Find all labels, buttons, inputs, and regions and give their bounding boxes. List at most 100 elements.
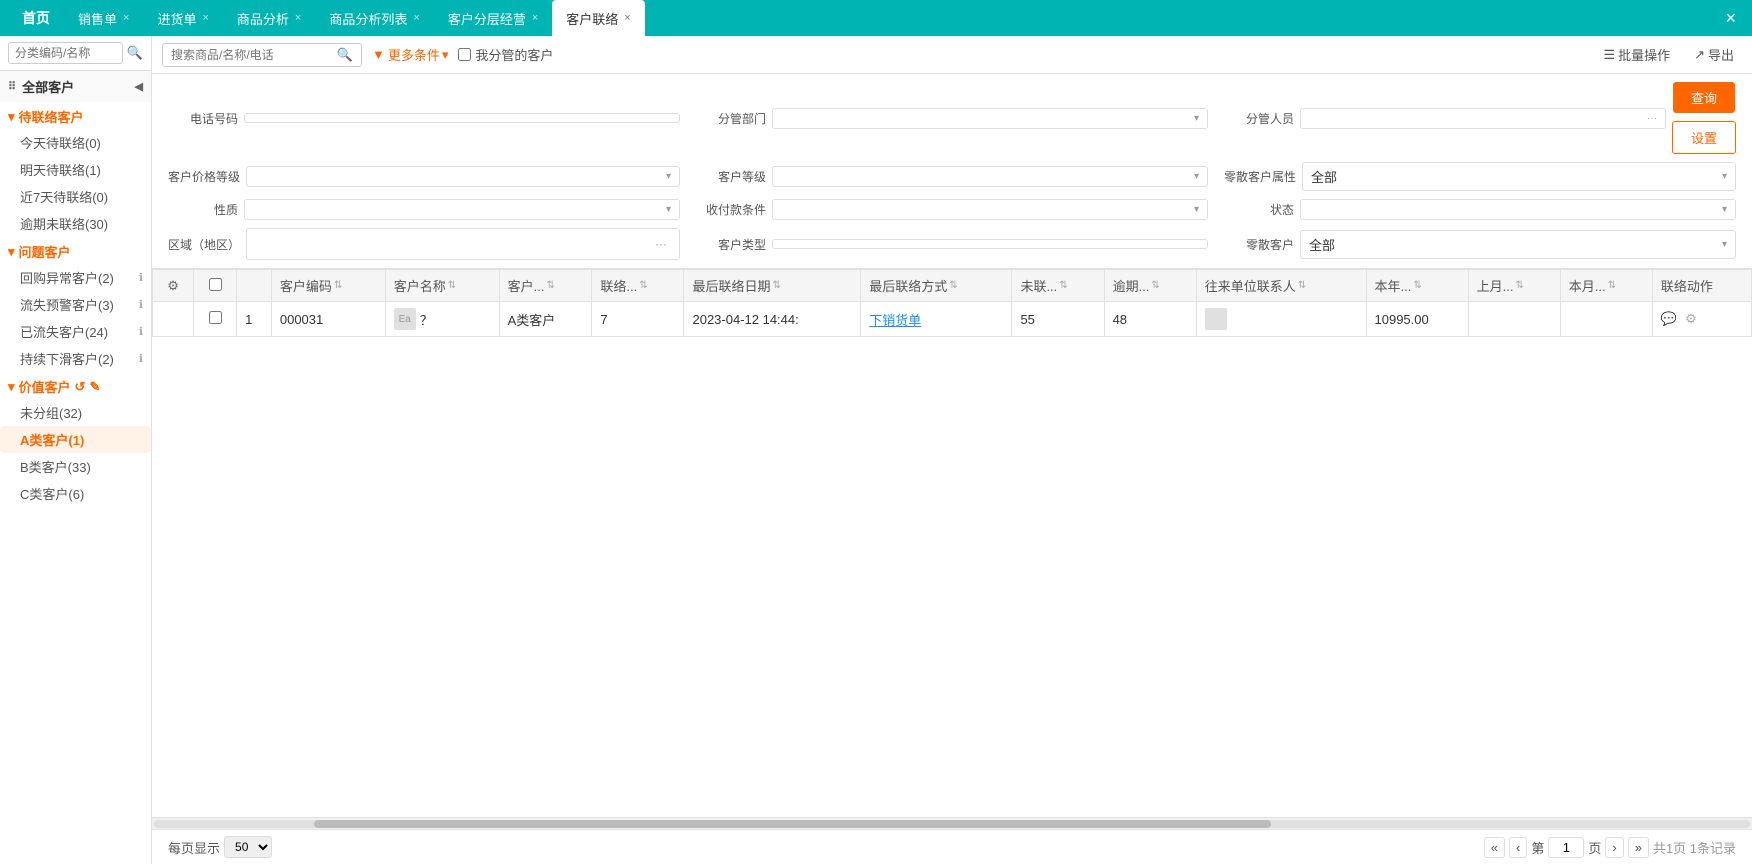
close-sales-tab[interactable]: × (123, 12, 129, 24)
col-settings[interactable]: ⚙ (153, 270, 194, 302)
customer-type-input[interactable] (772, 239, 1208, 249)
sidebar-item-class-a[interactable]: A类客户(1) (0, 426, 151, 453)
sidebar-item-7days[interactable]: 近7天待联络(0) (0, 183, 151, 210)
col-type[interactable]: 客户... ⇅ (499, 270, 592, 302)
sidebar-collapse-icon[interactable]: ◀ (135, 80, 143, 93)
more-filters-btn[interactable]: ▼ 更多条件 ▾ (372, 45, 448, 64)
next-page-btn[interactable]: › (1605, 837, 1623, 858)
nav-home[interactable]: 首页 (8, 0, 64, 36)
sort-no-contact-icon[interactable]: ⇅ (1059, 280, 1067, 291)
price-level-input[interactable]: ▾ (246, 166, 680, 187)
sort-contact-icon[interactable]: ⇅ (639, 280, 647, 291)
refresh-icon[interactable]: ↺ (75, 379, 86, 395)
col-code[interactable]: 客户编码 ⇅ (271, 270, 385, 302)
close-customer-tier-tab[interactable]: × (532, 12, 538, 24)
col-last-date[interactable]: 最后联络日期 ⇅ (684, 270, 861, 302)
phone-input[interactable] (244, 113, 680, 123)
sidebar-all-customers[interactable]: ⠿ 全部客户 ◀ (0, 71, 151, 102)
col-last-month[interactable]: 上月... ⇅ (1468, 270, 1560, 302)
sidebar-item-overdue[interactable]: 逾期未联络(30) (0, 210, 151, 237)
nav-tab-sales[interactable]: 销售单 × (64, 0, 143, 36)
sidebar-pending-group[interactable]: ▾ 待联络客户 (0, 102, 151, 129)
sort-last-month-icon[interactable]: ⇅ (1516, 280, 1524, 291)
status-input[interactable]: ▾ (1300, 199, 1736, 220)
sidebar-search-icon[interactable]: 🔍 (127, 45, 143, 61)
close-customer-contact-tab[interactable]: × (624, 12, 630, 24)
retail-customer-input[interactable]: 全部 ▾ (1300, 230, 1736, 259)
edit-value-icon[interactable]: ✎ (89, 379, 100, 395)
nav-tab-customer-contact[interactable]: 客户联络 × (552, 0, 644, 36)
my-customers-check[interactable] (458, 48, 471, 61)
sidebar-item-ungrouped[interactable]: 未分组(32) (0, 399, 151, 426)
person-input[interactable]: ··· (1300, 108, 1666, 129)
col-last-method[interactable]: 最后联络方式 ⇅ (861, 270, 1012, 302)
close-product-list-tab[interactable]: × (413, 12, 419, 24)
sidebar-item-churn-warning[interactable]: 流失预警客户(3) ℹ (0, 291, 151, 318)
first-page-btn[interactable]: « (1484, 837, 1505, 858)
filter-search-box[interactable]: 🔍 (162, 43, 362, 67)
region-dots-icon[interactable]: ··· (651, 233, 671, 255)
batch-ops-btn[interactable]: ☰ 批量操作 (1595, 42, 1678, 67)
sort-this-month-icon[interactable]: ⇅ (1608, 280, 1616, 291)
close-product-analysis-tab[interactable]: × (295, 12, 301, 24)
col-no-contact[interactable]: 未联... ⇅ (1012, 270, 1104, 302)
nav-tab-purchase[interactable]: 进货单 × (143, 0, 222, 36)
prev-page-btn[interactable]: ‹ (1509, 837, 1527, 858)
my-customers-checkbox[interactable]: 我分管的客户 (458, 45, 553, 64)
sort-type-icon[interactable]: ⇅ (546, 280, 554, 291)
sort-last-date-icon[interactable]: ⇅ (773, 280, 781, 291)
col-this-year[interactable]: 本年... ⇅ (1366, 270, 1468, 302)
sidebar-item-today[interactable]: 今天待联络(0) (0, 129, 151, 156)
col-contact[interactable]: 联络... ⇅ (592, 270, 684, 302)
col-unit-contact[interactable]: 往来单位联系人 ⇅ (1196, 270, 1366, 302)
sidebar-item-class-b[interactable]: B类客户(33) (0, 453, 151, 480)
retail-attr-input[interactable]: 全部 ▾ (1302, 162, 1736, 191)
col-overdue[interactable]: 逾期... ⇅ (1104, 270, 1196, 302)
sidebar-item-declining[interactable]: 持续下滑客户(2) ℹ (0, 345, 151, 372)
window-close-button[interactable]: × (1717, 8, 1744, 29)
nav-tab-product-list[interactable]: 商品分析列表 × (315, 0, 433, 36)
nav-tab-product-analysis[interactable]: 商品分析 × (223, 0, 315, 36)
sidebar-item-tomorrow[interactable]: 明天待联络(1) (0, 156, 151, 183)
row-last-method-cell[interactable]: 下销货单 (861, 302, 1012, 337)
chat-action-icon[interactable]: 💬 (1661, 311, 1677, 327)
query-button[interactable]: 查询 (1673, 82, 1735, 113)
per-page-select[interactable]: 50 (224, 836, 272, 858)
nav-tab-customer-tier[interactable]: 客户分层经营 × (434, 0, 552, 36)
sort-last-method-icon[interactable]: ⇅ (949, 280, 957, 291)
sidebar-problem-group[interactable]: ▾ 问题客户 (0, 237, 151, 264)
select-all-checkbox[interactable] (209, 278, 222, 291)
close-purchase-tab[interactable]: × (202, 12, 208, 24)
sort-name-icon[interactable]: ⇅ (448, 280, 456, 291)
horizontal-scrollbar[interactable] (152, 817, 1752, 829)
sidebar-item-repurchase-abnormal[interactable]: 回购异常客户(2) ℹ (0, 264, 151, 291)
sort-this-year-icon[interactable]: ⇅ (1413, 280, 1421, 291)
scrollbar-thumb[interactable] (314, 820, 1272, 828)
row-actions-cell[interactable]: 💬 ⚙ (1652, 302, 1751, 337)
settings-action-icon[interactable]: ⚙ (1685, 311, 1697, 327)
page-number-input[interactable] (1548, 837, 1584, 858)
sort-unit-contact-icon[interactable]: ⇅ (1298, 280, 1306, 291)
filter-search-icon[interactable]: 🔍 (337, 47, 353, 63)
region-input[interactable]: ··· (246, 228, 680, 260)
dept-input[interactable]: ▾ (772, 108, 1208, 129)
last-page-btn[interactable]: » (1628, 837, 1649, 858)
sidebar-search-input[interactable] (8, 42, 123, 64)
settings-button[interactable]: 设置 (1672, 121, 1736, 154)
customer-level-input[interactable]: ▾ (772, 166, 1208, 187)
nature-input[interactable]: ▾ (244, 199, 680, 220)
settings-col-icon[interactable]: ⚙ (167, 278, 179, 293)
payment-input[interactable]: ▾ (772, 199, 1208, 220)
row-name-cell[interactable]: Ea ？ (385, 302, 499, 337)
row-checkbox-cell[interactable] (194, 302, 237, 337)
row-checkbox[interactable] (209, 311, 222, 324)
export-btn[interactable]: ↗ 导出 (1686, 42, 1742, 67)
sidebar-item-class-c[interactable]: C类客户(6) (0, 480, 151, 507)
sort-overdue-icon[interactable]: ⇅ (1151, 280, 1159, 291)
sidebar-item-churned[interactable]: 已流失客户(24) ℹ (0, 318, 151, 345)
col-checkbox[interactable] (194, 270, 237, 302)
sidebar-value-group[interactable]: ▾ 价值客户 ↺ ✎ (0, 372, 151, 399)
scrollbar-track[interactable] (154, 820, 1750, 828)
sort-code-icon[interactable]: ⇅ (334, 280, 342, 291)
col-this-month[interactable]: 本月... ⇅ (1560, 270, 1652, 302)
